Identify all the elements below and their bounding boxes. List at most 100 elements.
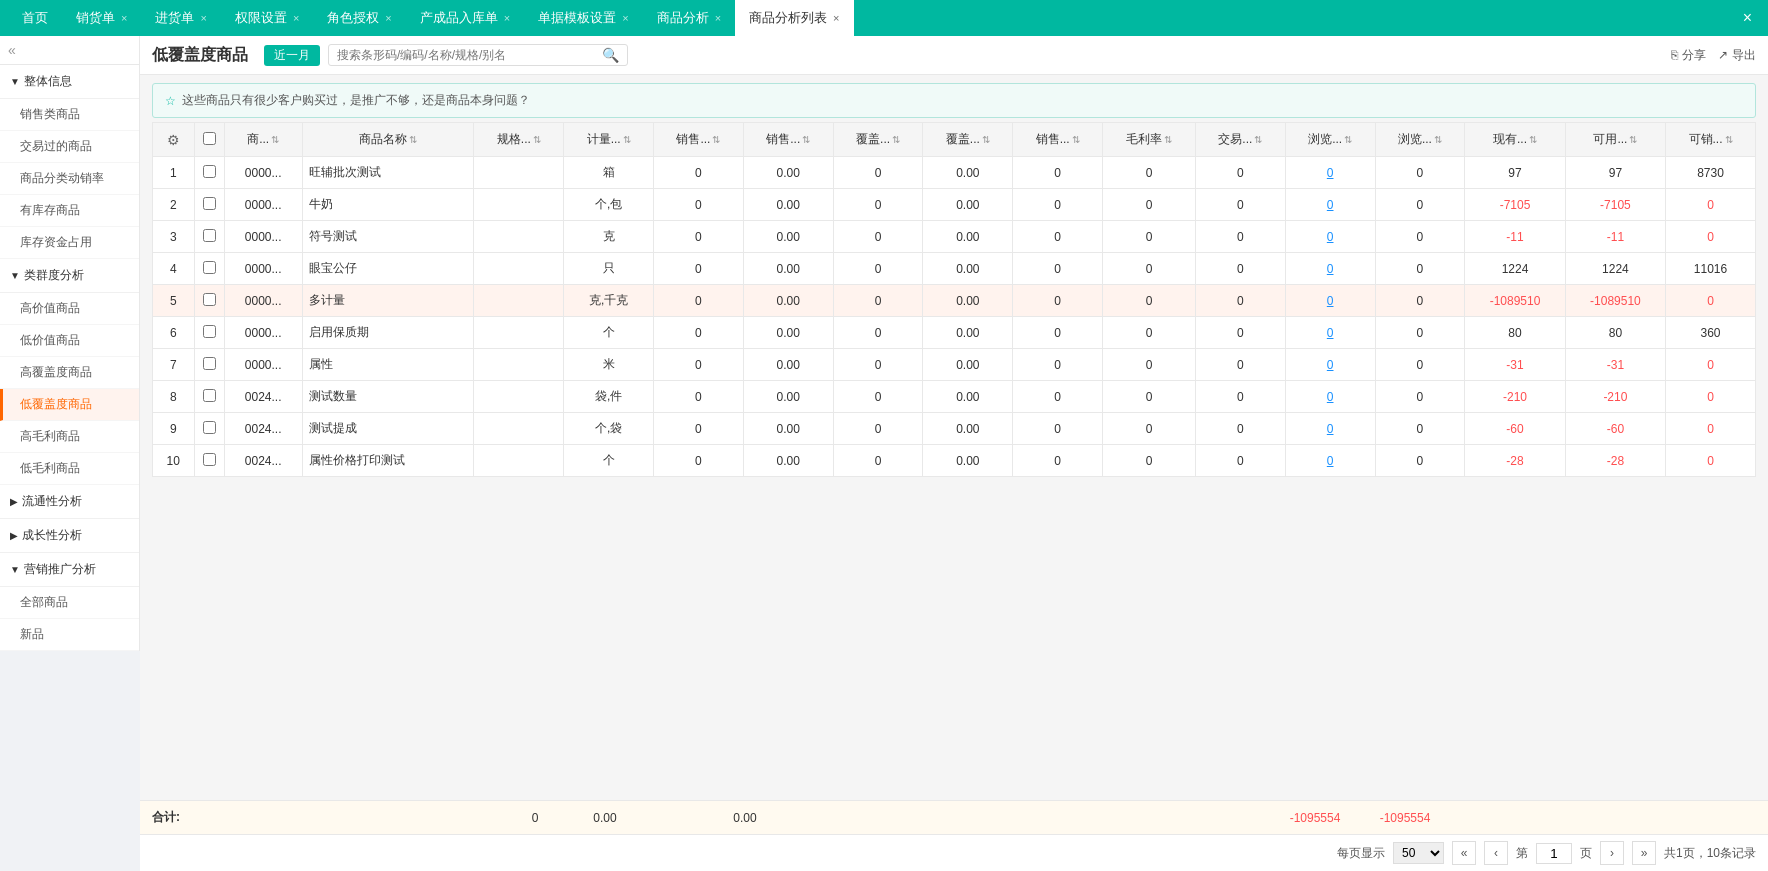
col-sales2[interactable]: 销售...⇅: [743, 123, 833, 157]
select-all-checkbox[interactable]: [203, 132, 216, 145]
sidebar-section-cluster[interactable]: ▼ 类群度分析: [0, 259, 139, 293]
prev-page-btn[interactable]: ‹: [1484, 841, 1508, 865]
row-browse2: 0: [1375, 381, 1465, 413]
col-stock2[interactable]: 可用...⇅: [1565, 123, 1665, 157]
col-settings[interactable]: ⚙: [153, 123, 195, 157]
col-sales1[interactable]: 销售...⇅: [654, 123, 744, 157]
col-unit[interactable]: 计量...⇅: [564, 123, 654, 157]
search-input[interactable]: [337, 48, 602, 62]
row-checkbox-input[interactable]: [203, 357, 216, 370]
col-browse1[interactable]: 浏览...⇅: [1285, 123, 1375, 157]
sidebar-item-high-value[interactable]: 高价值商品: [0, 293, 139, 325]
nav-product-analysis[interactable]: 商品分析 ×: [643, 0, 735, 36]
col-trade[interactable]: 交易...⇅: [1195, 123, 1285, 157]
sidebar-item-high-coverage[interactable]: 高覆盖度商品: [0, 357, 139, 389]
sidebar-item-high-gross[interactable]: 高毛利商品: [0, 421, 139, 453]
nav-sales-order-close[interactable]: ×: [121, 12, 127, 24]
row-checkbox-input[interactable]: [203, 453, 216, 466]
col-browse2[interactable]: 浏览...⇅: [1375, 123, 1465, 157]
sidebar-collapse-btn[interactable]: «: [8, 42, 16, 58]
col-stock1[interactable]: 现有...⇅: [1465, 123, 1565, 157]
share-button[interactable]: ⎘ 分享: [1671, 47, 1706, 64]
export-button[interactable]: ↗ 导出: [1718, 47, 1756, 64]
first-page-btn[interactable]: «: [1452, 841, 1476, 865]
nav-product-analysis-list[interactable]: 商品分析列表 ×: [735, 0, 853, 36]
row-browse1[interactable]: 0: [1285, 157, 1375, 189]
nav-production[interactable]: 产成品入库单 ×: [406, 0, 524, 36]
nav-sales-order[interactable]: 销货单 ×: [62, 0, 141, 36]
search-icon[interactable]: 🔍: [602, 47, 619, 63]
sidebar-item-low-value[interactable]: 低价值商品: [0, 325, 139, 357]
sidebar-item-sales-goods[interactable]: 销售类商品: [0, 99, 139, 131]
sidebar-section-flow[interactable]: ▶ 流通性分析: [0, 485, 139, 519]
row-checkbox-input[interactable]: [203, 421, 216, 434]
nav-production-close[interactable]: ×: [504, 12, 510, 24]
row-checkbox-input[interactable]: [203, 389, 216, 402]
nav-template-close[interactable]: ×: [622, 12, 628, 24]
row-checkbox[interactable]: [194, 349, 224, 381]
col-name[interactable]: 商品名称⇅: [302, 123, 474, 157]
row-checkbox-input[interactable]: [203, 325, 216, 338]
next-page-btn[interactable]: ›: [1600, 841, 1624, 865]
row-browse1[interactable]: 0: [1285, 221, 1375, 253]
col-gross[interactable]: 毛利率⇅: [1103, 123, 1196, 157]
col-spec[interactable]: 规格...⇅: [474, 123, 564, 157]
sidebar-section-marketing[interactable]: ▼ 营销推广分析: [0, 553, 139, 587]
row-browse1[interactable]: 0: [1285, 253, 1375, 285]
nav-purchase-close[interactable]: ×: [200, 12, 206, 24]
page-size-select[interactable]: 20 50 100: [1393, 842, 1444, 864]
row-browse1[interactable]: 0: [1285, 381, 1375, 413]
sidebar-item-all-goods[interactable]: 全部商品: [0, 587, 139, 619]
date-filter-btn[interactable]: 近一月: [264, 45, 320, 66]
col-coverage2[interactable]: 覆盖...⇅: [923, 123, 1013, 157]
row-browse1[interactable]: 0: [1285, 349, 1375, 381]
col-coverage1[interactable]: 覆盖...⇅: [833, 123, 923, 157]
sidebar-item-new-goods[interactable]: 新品: [0, 619, 139, 651]
row-checkbox[interactable]: [194, 317, 224, 349]
nav-role-auth-close[interactable]: ×: [385, 12, 391, 24]
settings-icon[interactable]: ⚙: [167, 132, 180, 148]
row-checkbox-input[interactable]: [203, 229, 216, 242]
sidebar-item-category-rate[interactable]: 商品分类动销率: [0, 163, 139, 195]
row-checkbox-input[interactable]: [203, 293, 216, 306]
last-page-btn[interactable]: »: [1632, 841, 1656, 865]
sidebar-section-overall[interactable]: ▼ 整体信息: [0, 65, 139, 99]
nav-permissions[interactable]: 权限设置 ×: [221, 0, 313, 36]
row-browse1[interactable]: 0: [1285, 413, 1375, 445]
row-checkbox[interactable]: [194, 189, 224, 221]
row-checkbox[interactable]: [194, 445, 224, 477]
col-sales3[interactable]: 销售...⇅: [1013, 123, 1103, 157]
row-browse1[interactable]: 0: [1285, 445, 1375, 477]
page-input[interactable]: [1536, 843, 1572, 864]
sidebar-item-low-coverage[interactable]: 低覆盖度商品: [0, 389, 139, 421]
sidebar-section-growth[interactable]: ▶ 成长性分析: [0, 519, 139, 553]
top-navigation: 首页 销货单 × 进货单 × 权限设置 × 角色授权 × 产成品入库单 × 单据…: [0, 0, 1768, 36]
nav-template[interactable]: 单据模板设置 ×: [524, 0, 642, 36]
sidebar-item-traded-goods[interactable]: 交易过的商品: [0, 131, 139, 163]
row-checkbox[interactable]: [194, 413, 224, 445]
nav-role-auth[interactable]: 角色授权 ×: [313, 0, 405, 36]
row-checkbox-input[interactable]: [203, 197, 216, 210]
nav-home[interactable]: 首页: [8, 0, 62, 36]
row-checkbox[interactable]: [194, 221, 224, 253]
nav-permissions-close[interactable]: ×: [293, 12, 299, 24]
sidebar-item-in-stock[interactable]: 有库存商品: [0, 195, 139, 227]
row-checkbox-input[interactable]: [203, 261, 216, 274]
sidebar-item-low-gross[interactable]: 低毛利商品: [0, 453, 139, 485]
nav-purchase[interactable]: 进货单 ×: [141, 0, 220, 36]
row-checkbox[interactable]: [194, 381, 224, 413]
window-close-button[interactable]: ×: [1735, 9, 1760, 27]
row-browse1[interactable]: 0: [1285, 189, 1375, 221]
col-saleable[interactable]: 可销...⇅: [1666, 123, 1756, 157]
row-checkbox-input[interactable]: [203, 165, 216, 178]
sidebar-item-capital[interactable]: 库存资金占用: [0, 227, 139, 259]
nav-product-analysis-close[interactable]: ×: [715, 12, 721, 24]
col-code[interactable]: 商...⇅: [224, 123, 302, 157]
row-checkbox[interactable]: [194, 157, 224, 189]
export-icon: ↗: [1718, 48, 1728, 62]
row-checkbox[interactable]: [194, 285, 224, 317]
row-browse1[interactable]: 0: [1285, 317, 1375, 349]
nav-product-analysis-list-close[interactable]: ×: [833, 12, 839, 24]
row-browse1[interactable]: 0: [1285, 285, 1375, 317]
row-checkbox[interactable]: [194, 253, 224, 285]
